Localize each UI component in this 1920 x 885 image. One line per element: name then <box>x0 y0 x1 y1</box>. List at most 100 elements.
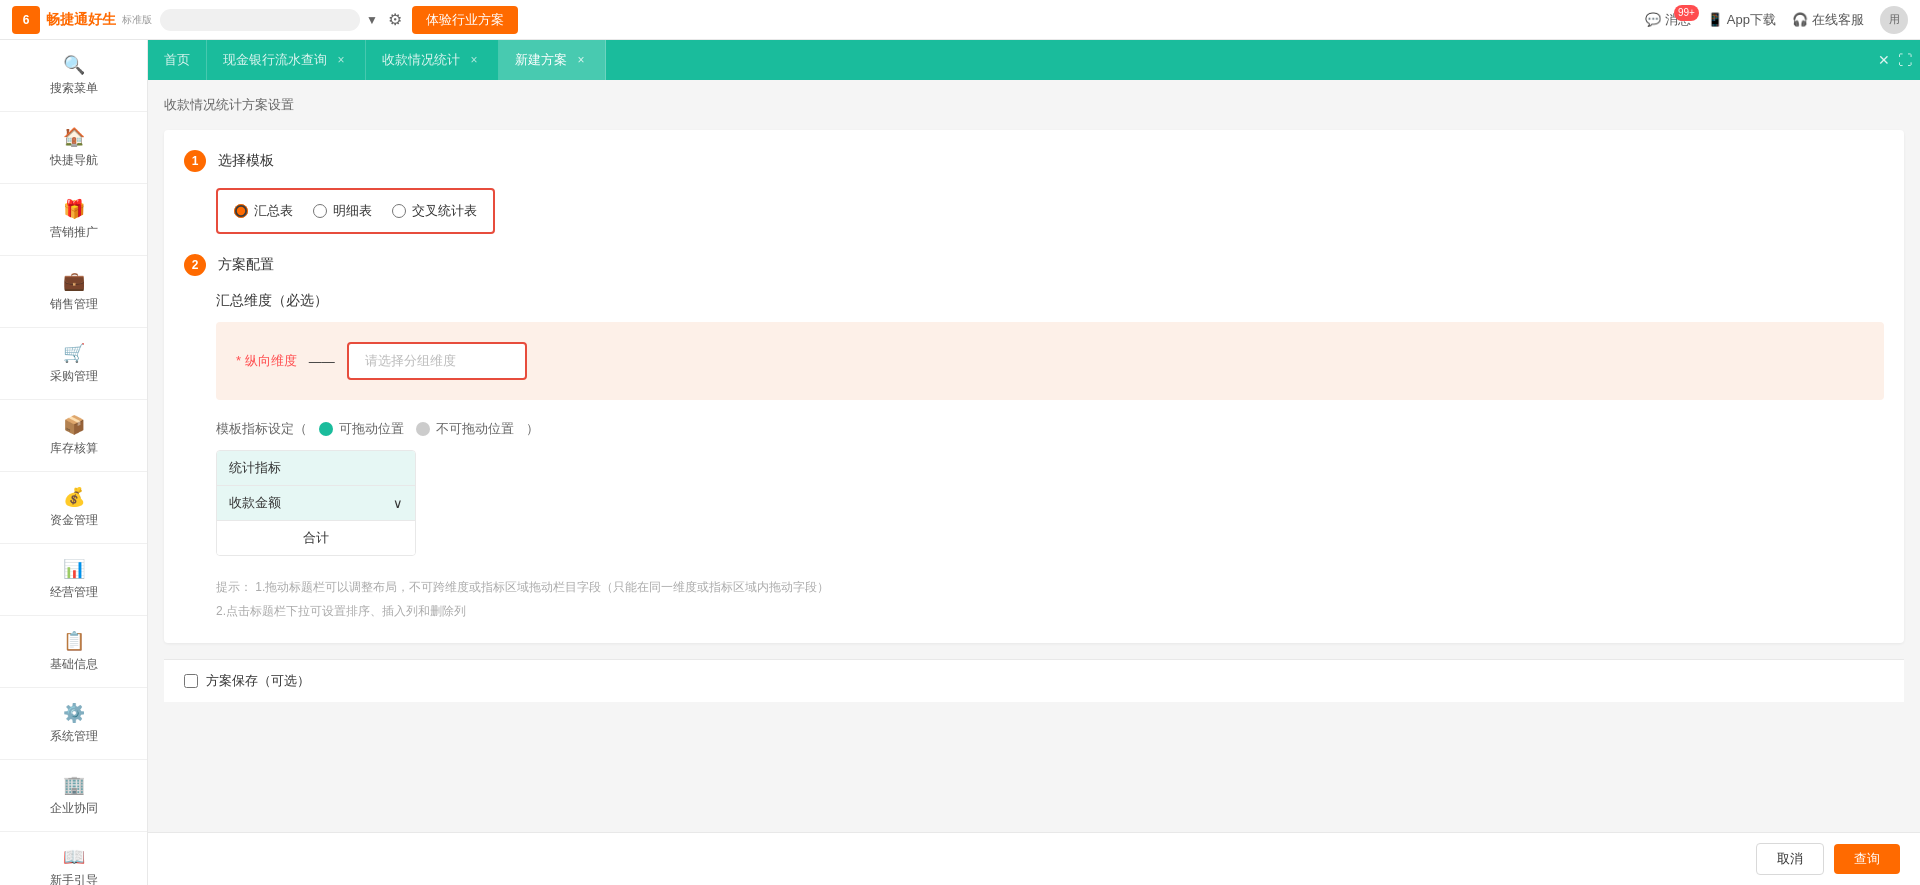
metrics-title-end: ） <box>526 420 539 438</box>
logo-icon: 6 <box>12 6 40 34</box>
top-header: 6 畅捷通好生 标准版 ▼ ⚙ 体验行业方案 💬 消息 99+ 📱 App下载 … <box>0 0 1920 40</box>
metric-label-1: 合计 <box>303 530 329 545</box>
sidebar-item-search[interactable]: 🔍 搜索菜单 <box>0 40 147 112</box>
page-content: 收款情况统计方案设置 1 选择模板 汇总表 <box>148 80 1920 832</box>
radio-summary[interactable]: 汇总表 <box>234 202 293 220</box>
download-label: App下载 <box>1727 11 1776 29</box>
sidebar-label-finance: 资金管理 <box>50 512 98 529</box>
sidebar-item-system[interactable]: ⚙️ 系统管理 <box>0 688 147 760</box>
radio-cross-input[interactable] <box>392 204 406 218</box>
step1-number: 1 <box>184 150 206 172</box>
template-section: 汇总表 明细表 交叉统计表 <box>216 188 495 234</box>
dimension-select[interactable]: 请选择分组维度 <box>347 342 527 380</box>
metrics-col-header: 统计指标 <box>217 451 415 486</box>
dimension-row: * 纵向维度 —— 请选择分组维度 <box>236 342 1864 380</box>
system-icon: ⚙️ <box>63 702 85 724</box>
radio-summary-input[interactable] <box>234 204 248 218</box>
metrics-header: 模板指标设定（ 可拖动位置 不可拖动位置 ） <box>216 420 1884 438</box>
step2-label: 方案配置 <box>218 256 274 274</box>
sales-icon: 💼 <box>63 270 85 292</box>
draggable-toggle: 可拖动位置 <box>319 420 404 438</box>
draggable-label: 可拖动位置 <box>339 420 404 438</box>
gear-button[interactable]: ⚙ <box>384 6 406 33</box>
sidebar-item-guide[interactable]: 📖 新手引导 <box>0 832 147 885</box>
metrics-config: 模板指标设定（ 可拖动位置 不可拖动位置 ） <box>216 420 1884 559</box>
save-checkbox[interactable] <box>184 674 198 688</box>
logo-text: 畅捷通好生 <box>46 11 116 29</box>
radio-detail[interactable]: 明细表 <box>313 202 372 220</box>
download-icon: 📱 <box>1707 12 1723 27</box>
management-icon: 📊 <box>63 558 85 580</box>
sidebar-item-purchase[interactable]: 🛒 采购管理 <box>0 328 147 400</box>
message-icon: 💬 <box>1645 12 1661 27</box>
download-item[interactable]: 📱 App下载 <box>1707 11 1776 29</box>
search-dropdown-icon[interactable]: ▼ <box>366 13 378 27</box>
dimension-arrow: —— <box>309 354 335 369</box>
service-icon: 🎧 <box>1792 12 1808 27</box>
tab-receipts-label: 收款情况统计 <box>382 51 460 69</box>
service-label: 在线客服 <box>1812 11 1864 29</box>
save-section: 方案保存（可选） <box>164 659 1904 702</box>
sidebar-label-search: 搜索菜单 <box>50 80 98 97</box>
tip-2: 2.点击标题栏下拉可设置排序、插入列和删除列 <box>216 599 1884 623</box>
dimension-area: * 纵向维度 —— 请选择分组维度 <box>216 322 1884 400</box>
metrics-item-0[interactable]: 收款金额 ∨ <box>217 486 415 521</box>
notifications-item[interactable]: 💬 消息 99+ <box>1645 11 1691 29</box>
user-avatar[interactable]: 用 <box>1880 6 1908 34</box>
marketing-icon: 🎁 <box>63 198 85 220</box>
radio-summary-label: 汇总表 <box>254 202 293 220</box>
radio-detail-input[interactable] <box>313 204 327 218</box>
sidebar-item-finance[interactable]: 💰 资金管理 <box>0 472 147 544</box>
sidebar-item-marketing[interactable]: 🎁 营销推广 <box>0 184 147 256</box>
step1-label: 选择模板 <box>218 152 274 170</box>
search-input[interactable] <box>160 9 360 31</box>
tab-cashflow[interactable]: 现金银行流水查询 × <box>207 40 366 80</box>
dimension-title: 汇总维度（必选） <box>216 292 1884 310</box>
edition-label: 标准版 <box>122 13 152 27</box>
sidebar-label-purchase: 采购管理 <box>50 368 98 385</box>
sidebar-label-management: 经营管理 <box>50 584 98 601</box>
tip-1: 提示： 1.拖动标题栏可以调整布局，不可跨维度或指标区域拖动栏目字段（只能在同一… <box>216 575 1884 599</box>
sidebar-item-enterprise[interactable]: 🏢 企业协同 <box>0 760 147 832</box>
tab-new-plan-close[interactable]: × <box>573 52 589 68</box>
vertical-dim-label: * 纵向维度 <box>236 352 297 370</box>
page-scroll-area: 收款情况统计方案设置 1 选择模板 汇总表 <box>148 80 1920 885</box>
search-icon: 🔍 <box>63 54 85 76</box>
sidebar-label-sales: 销售管理 <box>50 296 98 313</box>
basics-icon: 📋 <box>63 630 85 652</box>
tab-receipts-close[interactable]: × <box>466 52 482 68</box>
sidebar-label-guide: 新手引导 <box>50 872 98 885</box>
metric-label-0: 收款金额 <box>229 494 281 512</box>
notifications-badge: 99+ <box>1674 5 1699 21</box>
sidebar-item-home[interactable]: 🏠 快捷导航 <box>0 112 147 184</box>
dimension-title-text: 汇总维度（必选） <box>216 292 328 310</box>
radio-cross[interactable]: 交叉统计表 <box>392 202 477 220</box>
industry-button[interactable]: 体验行业方案 <box>412 6 518 34</box>
radio-group: 汇总表 明细表 交叉统计表 <box>234 202 477 220</box>
tips-section: 提示： 1.拖动标题栏可以调整布局，不可跨维度或指标区域拖动栏目字段（只能在同一… <box>216 575 1884 623</box>
service-item[interactable]: 🎧 在线客服 <box>1792 11 1864 29</box>
sidebar-item-management[interactable]: 📊 经营管理 <box>0 544 147 616</box>
sidebar-label-inventory: 库存核算 <box>50 440 98 457</box>
tab-home[interactable]: 首页 <box>148 40 207 80</box>
metric-chevron-0[interactable]: ∨ <box>393 496 403 511</box>
sidebar-item-basics[interactable]: 📋 基础信息 <box>0 616 147 688</box>
tab-receipts[interactable]: 收款情况统计 × <box>366 40 499 80</box>
draggable-dot <box>319 422 333 436</box>
query-button[interactable]: 查询 <box>1834 844 1900 874</box>
tab-new-plan[interactable]: 新建方案 × <box>499 40 606 80</box>
tab-home-label: 首页 <box>164 51 190 69</box>
header-search: ▼ ⚙ 体验行业方案 <box>160 6 1645 34</box>
metrics-table: 统计指标 收款金额 ∨ 合计 <box>216 450 416 556</box>
metrics-item-1: 合计 <box>217 521 415 555</box>
non-draggable-toggle: 不可拖动位置 <box>416 420 514 438</box>
sidebar-item-sales[interactable]: 💼 销售管理 <box>0 256 147 328</box>
sidebar-item-inventory[interactable]: 📦 库存核算 <box>0 400 147 472</box>
inventory-icon: 📦 <box>63 414 85 436</box>
sidebar-label-home: 快捷导航 <box>50 152 98 169</box>
tab-cashflow-close[interactable]: × <box>333 52 349 68</box>
cancel-button[interactable]: 取消 <box>1756 843 1824 875</box>
header-right: 💬 消息 99+ 📱 App下载 🎧 在线客服 用 <box>1645 6 1908 34</box>
tab-close-all-button[interactable]: ✕ <box>1878 52 1890 68</box>
tab-expand-button[interactable]: ⛶ <box>1898 52 1912 68</box>
